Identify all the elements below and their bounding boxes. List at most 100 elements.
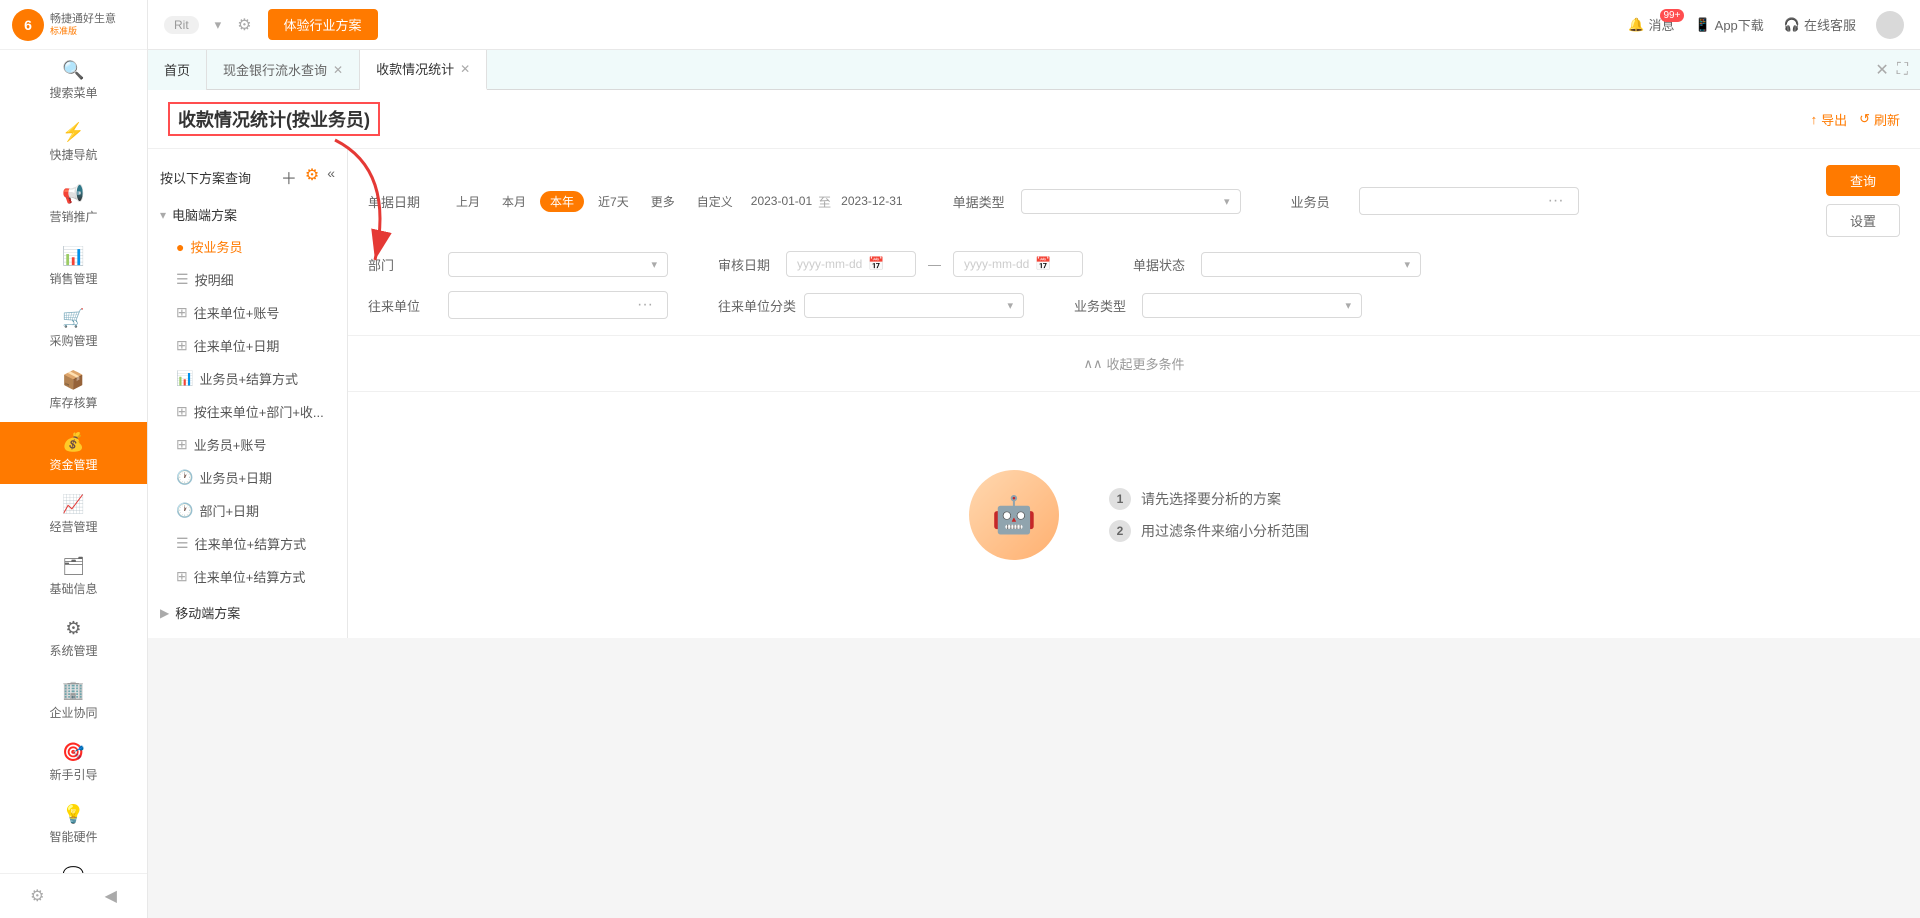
right-panel: 单据日期 上月 本月 本年 近7天 更多 自定义 2023-01-01 至 — [348, 149, 1920, 638]
salesperson-more-icon[interactable]: ··· — [1544, 192, 1568, 210]
mobile-group-arrow-icon: ▶ — [160, 606, 169, 620]
scheme-item-detail[interactable]: ☰ 按明细 — [148, 263, 347, 296]
shortcut-this-year[interactable]: 本年 — [540, 191, 584, 212]
trial-btn[interactable]: 体验行业方案 — [268, 9, 378, 40]
cal-start-icon: 📅 — [868, 256, 884, 272]
scheme-item-salesperson-account[interactable]: ⊞ 业务员+账号 — [148, 428, 347, 461]
scheme-add-icon[interactable]: ＋ — [281, 165, 297, 189]
topbar-gear-icon[interactable]: ⚙ — [237, 15, 251, 35]
filter-row-2: 部门 ▾ 审核日期 yyyy-mm-dd 📅 — [368, 251, 1900, 277]
hardware-icon: 💡 — [62, 804, 84, 825]
sidebar-item-operations[interactable]: 📈 经营管理 — [0, 484, 147, 546]
audit-date-label: 审核日期 — [718, 255, 778, 274]
mobile-scheme-group: ▶ 移动端方案 — [148, 597, 347, 628]
topbar-dropdown-arrow[interactable]: ▾ — [215, 17, 222, 33]
sidebar-item-search[interactable]: 🔍 搜索菜单 — [0, 50, 147, 112]
tabs-actions: ✕ ⛶ — [1875, 60, 1920, 80]
shortcut-last-month[interactable]: 上月 — [448, 191, 488, 212]
scheme-item-cs1[interactable]: ☰ 往来单位+结算方式 — [148, 527, 347, 560]
cc-chevron: ▾ — [1007, 299, 1013, 312]
scheme-panel-title: 按以下方案查询 — [160, 168, 251, 187]
sidebar-item-wechat[interactable]: 💬 企业微信 — [0, 856, 147, 873]
scheme-item-counterpart-account[interactable]: ⊞ 往来单位+账号 — [148, 296, 347, 329]
salesperson-scheme-icon: ● — [176, 239, 184, 255]
user-avatar[interactable] — [1876, 11, 1904, 39]
sidebar-item-system[interactable]: ⚙ 系统管理 — [0, 608, 147, 670]
query-button[interactable]: 查询 — [1826, 165, 1900, 196]
page-title: 收款情况统计(按业务员) — [168, 102, 380, 136]
scheme-item-dept-date[interactable]: 🕐 部门+日期 — [148, 494, 347, 527]
tab-home[interactable]: 首页 — [148, 50, 207, 90]
tab-collection[interactable]: 收款情况统计 ✕ — [360, 50, 487, 90]
tabs-bar: 首页 现金银行流水查询 ✕ 收款情况统计 ✕ ✕ ⛶ — [148, 50, 1920, 90]
biz-type-select[interactable]: ▾ — [1142, 293, 1362, 318]
tab-fullscreen-icon[interactable]: ⛶ — [1897, 61, 1908, 79]
dd-scheme-icon: 🕐 — [176, 502, 193, 519]
sidebar-item-base[interactable]: 🗂 基础信息 — [0, 546, 147, 608]
scheme-item-by-counterpart-dept[interactable]: ⊞ 按往来单位+部门+收... — [148, 395, 347, 428]
sidebar-settings-btn[interactable]: ⚙ — [30, 886, 44, 906]
sidebar-item-hardware[interactable]: 💡 智能硬件 — [0, 794, 147, 856]
scheme-item-counterpart-date[interactable]: ⊞ 往来单位+日期 — [148, 329, 347, 362]
finance-icon: 💰 — [62, 432, 84, 453]
sidebar-item-marketing[interactable]: 📢 营销推广 — [0, 174, 147, 236]
topbar-right: 🔔 消息 99+ 📱 App下载 🎧 在线客服 — [1628, 11, 1904, 39]
scheme-item-salesperson[interactable]: ● 按业务员 — [148, 230, 347, 263]
filter-row-3: 往来单位 ··· 往来单位分类 ▾ — [368, 291, 1900, 319]
sidebar-item-finance[interactable]: 💰 资金管理 — [0, 422, 147, 484]
counterpart-select[interactable]: ··· — [448, 291, 668, 319]
refresh-button[interactable]: ↺ 刷新 — [1859, 110, 1900, 129]
empty-step-1: 1 请先选择要分析的方案 — [1109, 488, 1309, 510]
tab-collection-close[interactable]: ✕ — [460, 62, 470, 76]
online-service-item[interactable]: 🎧 在线客服 — [1784, 15, 1856, 34]
sidebar-collapse-btn[interactable]: ◀ — [105, 886, 117, 906]
filter-wrap: 单据日期 上月 本月 本年 近7天 更多 自定义 2023-01-01 至 — [348, 149, 1920, 392]
set-button[interactable]: 设置 — [1826, 204, 1900, 237]
ss-scheme-icon: 📊 — [176, 370, 193, 387]
biz-type-label: 业务类型 — [1074, 296, 1134, 315]
operations-icon: 📈 — [62, 494, 84, 515]
dept-label: 部门 — [368, 255, 428, 274]
desktop-group-title[interactable]: ▾ 电脑端方案 — [148, 199, 347, 230]
collapse-button[interactable]: ∧∧ 收起更多条件 — [1083, 346, 1184, 381]
sidebar-item-inventory[interactable]: 📦 库存核算 — [0, 360, 147, 422]
sidebar-item-quicknav[interactable]: ⚡ 快捷导航 — [0, 112, 147, 174]
sidebar-item-sales[interactable]: 📊 销售管理 — [0, 236, 147, 298]
shortcut-custom[interactable]: 自定义 — [689, 191, 741, 212]
counterpart-category-select[interactable]: ▾ — [804, 293, 1024, 318]
tab-close-all-icon[interactable]: ✕ — [1875, 60, 1888, 80]
sidebar-item-guide[interactable]: 🎯 新手引导 — [0, 732, 147, 794]
sidebar-item-purchase[interactable]: 🛒 采购管理 — [0, 298, 147, 360]
audit-date-start[interactable]: yyyy-mm-dd 📅 — [786, 251, 916, 277]
export-button[interactable]: ↑ 导出 — [1811, 110, 1848, 129]
logo-icon: 6 — [12, 9, 44, 41]
sidebar-item-corp[interactable]: 🏢 企业协同 — [0, 670, 147, 732]
scheme-collapse-icon[interactable]: « — [327, 165, 335, 189]
spd-scheme-icon: 🕐 — [176, 469, 193, 486]
doc-status-select[interactable]: ▾ — [1201, 252, 1421, 277]
sidebar-logo: 6 畅捷通好生意 标准版 — [0, 0, 147, 50]
mobile-group-title[interactable]: ▶ 移动端方案 — [148, 597, 347, 628]
counterpart-label: 往来单位 — [368, 296, 428, 315]
date-range-start: 2023-01-01 — [751, 194, 812, 208]
tab-bank[interactable]: 现金银行流水查询 ✕ — [207, 50, 360, 90]
tab-bank-close[interactable]: ✕ — [333, 63, 343, 77]
audit-date-end[interactable]: yyyy-mm-dd 📅 — [953, 251, 1083, 277]
notification-item[interactable]: 🔔 消息 99+ — [1628, 15, 1674, 34]
doc-type-select[interactable]: ▾ — [1021, 189, 1241, 214]
inventory-icon: 📦 — [62, 370, 84, 391]
scheme-settings-icon[interactable]: ⚙ — [305, 165, 319, 189]
scheme-item-cs2[interactable]: ⊞ 往来单位+结算方式 — [148, 560, 347, 593]
step1-num: 1 — [1109, 488, 1131, 510]
counterpart-more-icon[interactable]: ··· — [633, 296, 657, 314]
sidebar-footer: ⚙ ◀ — [0, 873, 147, 918]
shortcut-7days[interactable]: 近7天 — [590, 191, 637, 212]
dept-select[interactable]: ▾ — [448, 252, 668, 277]
app-download-item[interactable]: 📱 App下载 — [1694, 15, 1763, 34]
shortcut-more[interactable]: 更多 — [643, 191, 683, 212]
ca-scheme-icon: ⊞ — [176, 304, 188, 321]
scheme-item-salesperson-settlement[interactable]: 📊 业务员+结算方式 — [148, 362, 347, 395]
salesperson-select[interactable]: ··· — [1359, 187, 1579, 215]
shortcut-this-month[interactable]: 本月 — [494, 191, 534, 212]
scheme-item-salesperson-date[interactable]: 🕐 业务员+日期 — [148, 461, 347, 494]
